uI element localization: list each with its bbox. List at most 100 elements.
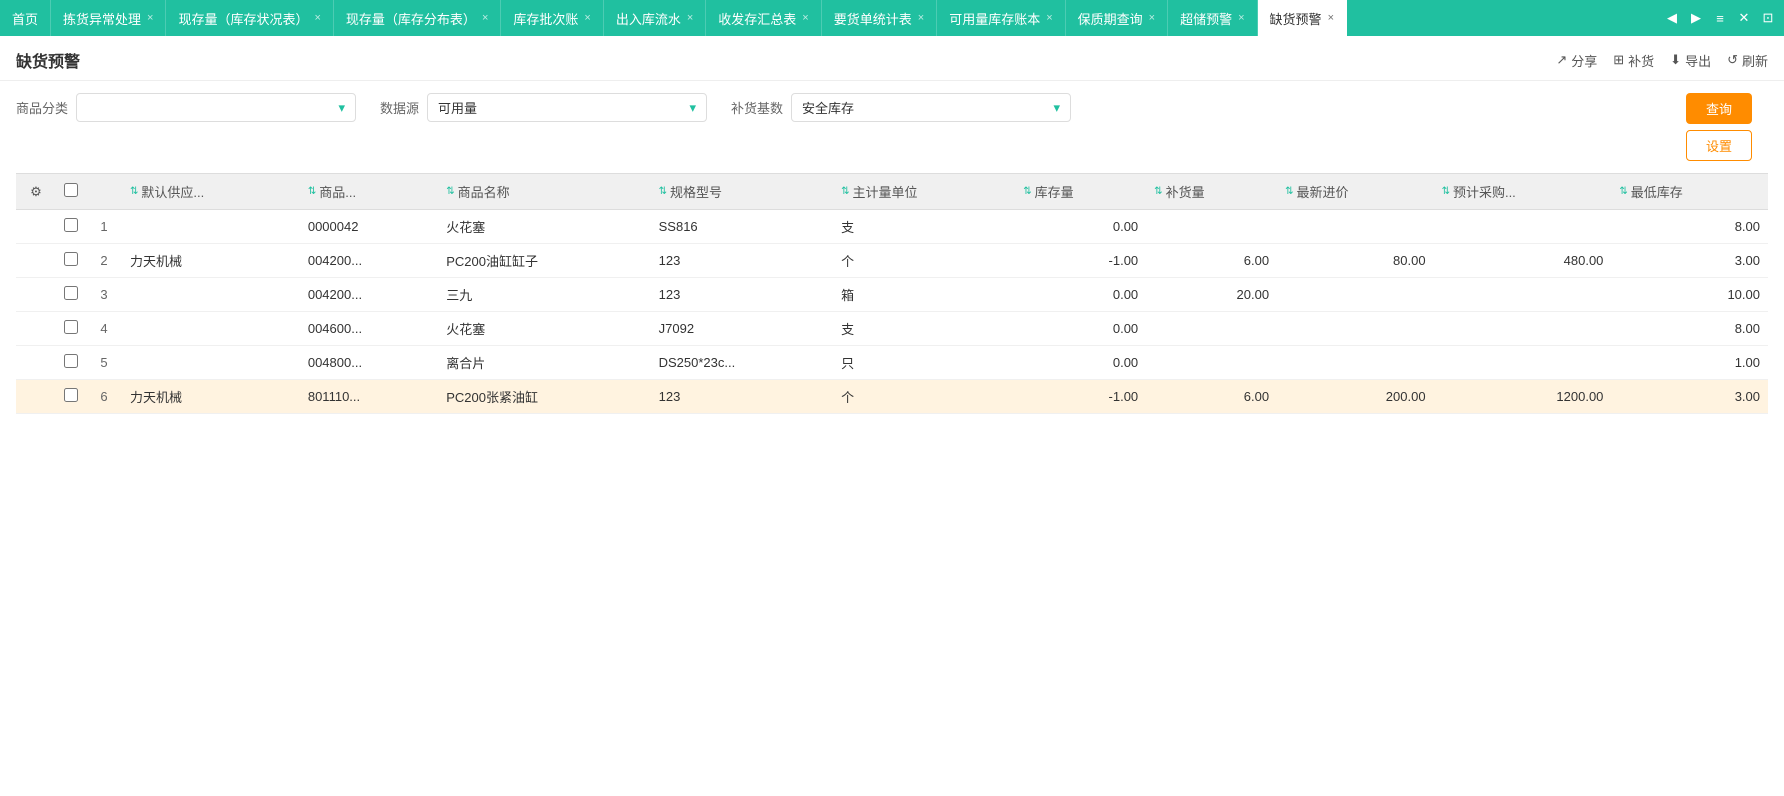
- page-header: 缺货预警 ↗ 分享 ⊞ 补货 ⬇ 导出 ↺ 刷新: [0, 36, 1784, 81]
- row-spec-3: J7092: [651, 312, 834, 346]
- tab-receive-summary[interactable]: 收发存汇总表 ×: [706, 0, 821, 36]
- row-est-purchase-1: 480.00: [1434, 244, 1612, 278]
- close-tab-inventory-status[interactable]: ×: [314, 12, 320, 24]
- tab-overstock[interactable]: 超储预警 ×: [1168, 0, 1257, 36]
- row-checkbox-cell-0[interactable]: [56, 210, 86, 244]
- data-source-select[interactable]: 可用量 ▾: [427, 93, 707, 122]
- tab-home[interactable]: 首页: [0, 0, 51, 36]
- row-est-purchase-0: [1434, 210, 1612, 244]
- spec-column-header[interactable]: ⇅ 规格型号: [651, 174, 834, 210]
- table-row: 5 004800... 离合片 DS250*23c... 只 0.00 1.00: [16, 346, 1768, 380]
- table-wrapper: ⚙ ⇅ 默认供应... ⇅ 商: [0, 173, 1784, 414]
- row-num-0: 1: [86, 210, 122, 244]
- query-button[interactable]: 查询: [1686, 93, 1752, 124]
- row-unit-4: 只: [833, 346, 1015, 380]
- export-icon: ⬇: [1670, 52, 1681, 68]
- close-tab-inventory-dist[interactable]: ×: [482, 12, 488, 24]
- tab-menu-button[interactable]: ≡: [1708, 6, 1732, 30]
- data-source-label: 数据源: [380, 98, 419, 117]
- replenish-icon: ⊞: [1613, 52, 1624, 68]
- share-icon: ↗: [1556, 52, 1567, 68]
- row-supplier-4: [122, 346, 300, 380]
- close-tab-expiry-query[interactable]: ×: [1149, 12, 1155, 24]
- row-est-purchase-2: [1434, 278, 1612, 312]
- row-checkbox-2[interactable]: [64, 286, 78, 300]
- min-stock-column-header[interactable]: ⇅ 最低库存: [1611, 174, 1768, 210]
- row-checkbox-4[interactable]: [64, 354, 78, 368]
- row-checkbox-cell-2[interactable]: [56, 278, 86, 312]
- unit-column-header[interactable]: ⇅ 主计量单位: [833, 174, 1015, 210]
- tab-close-all-button[interactable]: ✕: [1732, 6, 1756, 30]
- close-tab-in-out-flow[interactable]: ×: [687, 12, 693, 24]
- sku-column-header[interactable]: ⇅ 商品...: [300, 174, 438, 210]
- row-checkbox-cell-4[interactable]: [56, 346, 86, 380]
- row-stock-5: -1.00: [1015, 380, 1146, 414]
- row-checkbox-5[interactable]: [64, 388, 78, 402]
- checkbox-column-header[interactable]: [56, 174, 86, 210]
- page-container: 缺货预警 ↗ 分享 ⊞ 补货 ⬇ 导出 ↺ 刷新 商品分类: [0, 36, 1784, 796]
- tab-expiry-query[interactable]: 保质期查询 ×: [1066, 0, 1168, 36]
- row-name-4: 离合片: [438, 346, 650, 380]
- replenish-action[interactable]: ⊞ 补货: [1613, 51, 1654, 70]
- close-tab-shortage[interactable]: ×: [1328, 12, 1334, 24]
- close-tab-overstock[interactable]: ×: [1238, 12, 1244, 24]
- table-row: 4 004600... 火花塞 J7092 支 0.00 8.00: [16, 312, 1768, 346]
- row-checkbox-3[interactable]: [64, 320, 78, 334]
- row-checkbox-cell-3[interactable]: [56, 312, 86, 346]
- share-action[interactable]: ↗ 分享: [1556, 51, 1597, 70]
- page-title: 缺货预警: [16, 48, 80, 72]
- supplier-column-header[interactable]: ⇅ 默认供应...: [122, 174, 300, 210]
- est-purchase-column-header[interactable]: ⇅ 预计采购...: [1434, 174, 1612, 210]
- row-latest-price-0: [1277, 210, 1434, 244]
- row-replenish-2: 20.00: [1146, 278, 1277, 312]
- row-supplier-0: [122, 210, 300, 244]
- row-checkbox-cell-5[interactable]: [56, 380, 86, 414]
- category-label: 商品分类: [16, 98, 68, 117]
- row-replenish-4: [1146, 346, 1277, 380]
- category-select[interactable]: ▾: [76, 93, 356, 122]
- row-num-4: 5: [86, 346, 122, 380]
- replenish-column-header[interactable]: ⇅ 补货量: [1146, 174, 1277, 210]
- close-tab-receive-summary[interactable]: ×: [802, 12, 808, 24]
- row-checkbox-0[interactable]: [64, 218, 78, 232]
- setting-button[interactable]: 设置: [1686, 130, 1752, 161]
- tab-in-out-flow[interactable]: 出入库流水 ×: [604, 0, 706, 36]
- est-purchase-sort-icon: ⇅: [1442, 186, 1450, 197]
- row-checkbox-cell-1[interactable]: [56, 244, 86, 278]
- row-spec-2: 123: [651, 278, 834, 312]
- tab-inventory-status[interactable]: 现存量（库存状况表） ×: [166, 0, 333, 36]
- tab-batch-account[interactable]: 库存批次账 ×: [501, 0, 603, 36]
- row-gear-3: [16, 312, 56, 346]
- close-tab-demand-stats[interactable]: ×: [918, 12, 924, 24]
- tab-shortage[interactable]: 缺货预警 ×: [1258, 0, 1347, 36]
- replenish-base-select[interactable]: 安全库存 ▾: [791, 93, 1071, 122]
- gear-column-header[interactable]: ⚙: [16, 174, 56, 210]
- latest-price-column-header[interactable]: ⇅ 最新进价: [1277, 174, 1434, 210]
- row-replenish-1: 6.00: [1146, 244, 1277, 278]
- table-row: 3 004200... 三九 123 箱 0.00 20.00 10.00: [16, 278, 1768, 312]
- row-est-purchase-5: 1200.00: [1434, 380, 1612, 414]
- select-all-checkbox[interactable]: [64, 183, 78, 197]
- tab-restore-button[interactable]: ⊡: [1756, 6, 1780, 30]
- row-spec-1: 123: [651, 244, 834, 278]
- row-stock-0: 0.00: [1015, 210, 1146, 244]
- stock-column-header[interactable]: ⇅ 库存量: [1015, 174, 1146, 210]
- close-tab-abnormal[interactable]: ×: [147, 12, 153, 24]
- row-replenish-3: [1146, 312, 1277, 346]
- close-tab-available-ledger[interactable]: ×: [1046, 12, 1052, 24]
- gear-icon: ⚙: [30, 184, 42, 199]
- close-tab-batch-account[interactable]: ×: [584, 12, 590, 24]
- row-checkbox-1[interactable]: [64, 252, 78, 266]
- row-spec-4: DS250*23c...: [651, 346, 834, 380]
- row-num-2: 3: [86, 278, 122, 312]
- name-column-header[interactable]: ⇅ 商品名称: [438, 174, 650, 210]
- row-name-3: 火花塞: [438, 312, 650, 346]
- tab-inventory-dist[interactable]: 现存量（库存分布表） ×: [334, 0, 501, 36]
- tab-next-button[interactable]: ▶: [1684, 6, 1708, 30]
- tab-available-ledger[interactable]: 可用量库存账本 ×: [937, 0, 1065, 36]
- tab-abnormal[interactable]: 拣货异常处理 ×: [51, 0, 166, 36]
- tab-demand-stats[interactable]: 要货单统计表 ×: [822, 0, 937, 36]
- export-action[interactable]: ⬇ 导出: [1670, 51, 1711, 70]
- tab-prev-button[interactable]: ◀: [1660, 6, 1684, 30]
- refresh-action[interactable]: ↺ 刷新: [1727, 51, 1768, 70]
